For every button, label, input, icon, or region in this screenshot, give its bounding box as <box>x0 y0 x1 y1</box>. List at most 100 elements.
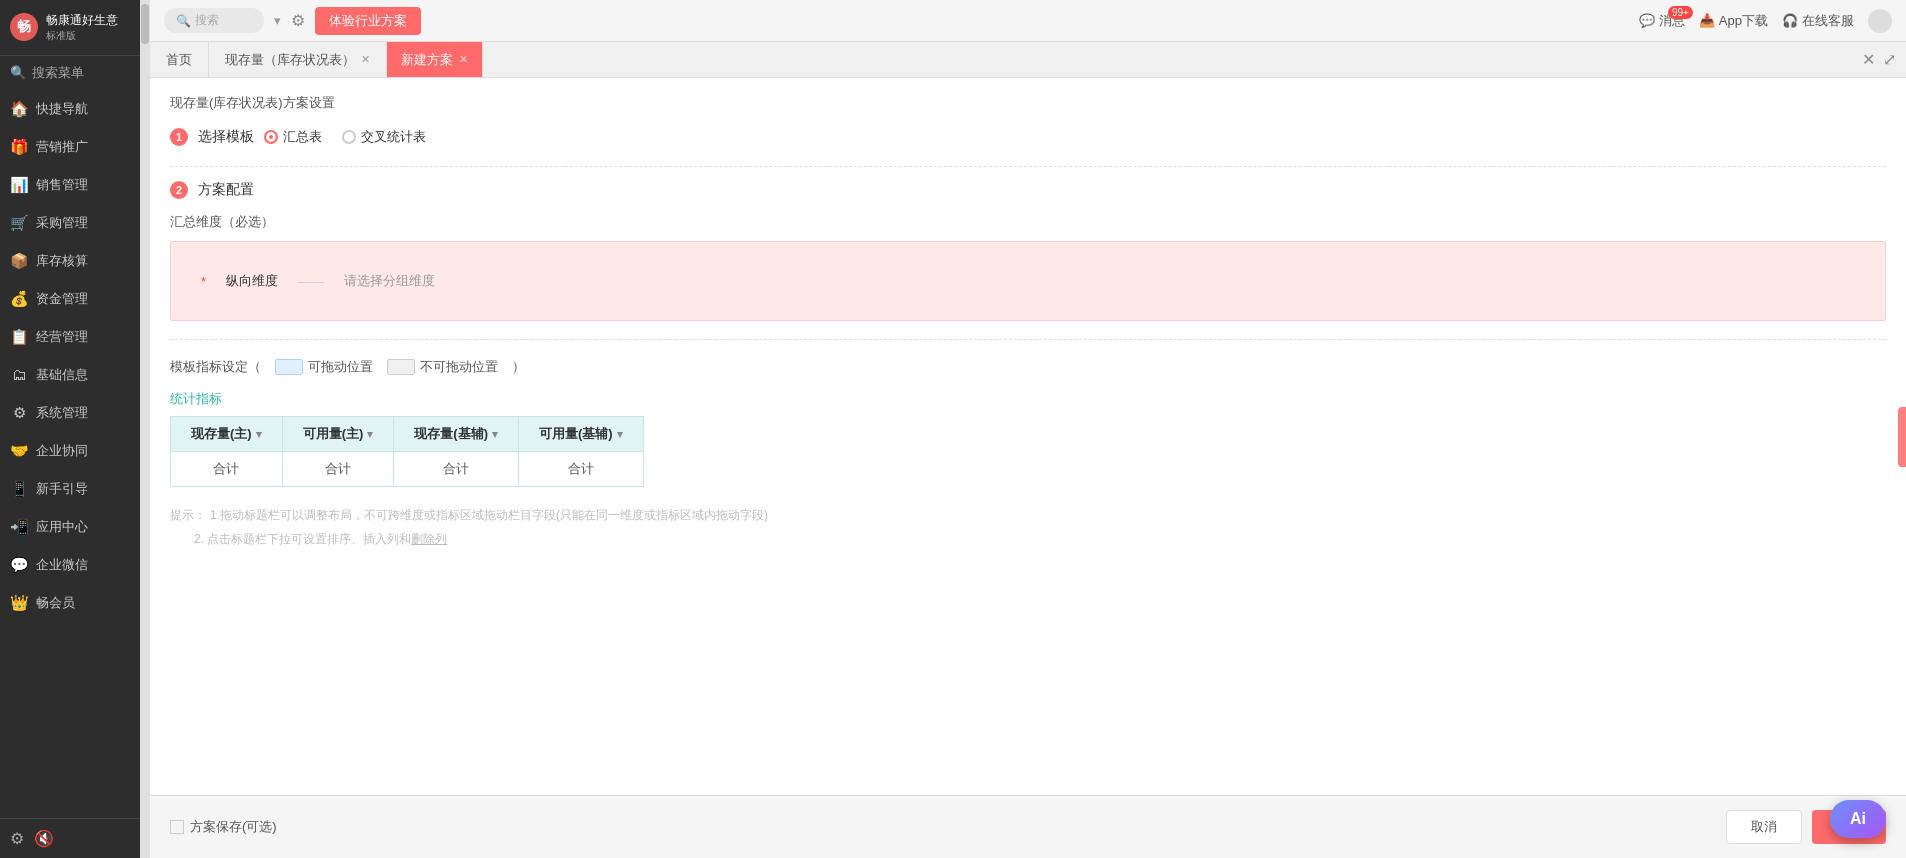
th-col4-label: 可用量(基辅) <box>539 425 613 443</box>
tips-section: 提示： 1.拖动标题栏可以调整布局，不可跨维度或指标区域拖动栏目字段(只能在同一… <box>170 503 1886 551</box>
dimension-area: * 纵向维度 —— 请选择分组维度 <box>170 241 1886 321</box>
sidebar-item-label: 企业协同 <box>36 442 88 460</box>
gear-icon: ⚙ <box>10 404 28 422</box>
section-divider-2 <box>170 339 1886 340</box>
sidebar-item-app-center[interactable]: 📲 应用中心 <box>0 508 140 546</box>
sidebar-item-label: 销售管理 <box>36 176 88 194</box>
tab-new-plan[interactable]: 新建方案 ✕ <box>387 42 483 77</box>
section-config: 2 方案配置 汇总维度（必选） * 纵向维度 —— 请选择分组维度 模板指标设定… <box>170 181 1886 551</box>
logo-text-block: 畅康通好生意 标准版 <box>46 12 118 43</box>
col1-arrow-icon[interactable]: ▾ <box>256 428 262 441</box>
sidebar-item-quick-nav[interactable]: 🏠 快捷导航 <box>0 90 140 128</box>
th-col3-inner: 现存量(基辅) ▾ <box>414 425 498 443</box>
chat-icon: 💬 <box>10 556 28 574</box>
user-avatar <box>1868 9 1892 33</box>
summary-radio-circle <box>264 130 278 144</box>
clipboard-icon: 📋 <box>10 328 28 346</box>
ai-button[interactable]: Ai <box>1830 800 1886 838</box>
tip2-text: 2. 点击标题栏下拉可设置排序、插入列和删除列 <box>194 527 447 551</box>
sidebar-item-wechat[interactable]: 💬 企业微信 <box>0 546 140 584</box>
tab-new-plan-close-icon[interactable]: ✕ <box>459 53 468 66</box>
search-label: 搜索菜单 <box>32 64 84 82</box>
section1-header: 1 选择模板 汇总表 交叉统计表 <box>170 128 1886 146</box>
tab-home-label: 首页 <box>166 51 192 69</box>
search-icon: 🔍 <box>10 65 26 80</box>
customer-service-link[interactable]: 🎧 在线客服 <box>1782 12 1854 30</box>
topbar-search-icon: 🔍 <box>176 14 191 28</box>
no-draggable-box <box>387 359 415 375</box>
settings-bottom-icon[interactable]: ⚙ <box>10 829 24 848</box>
tabs-right-controls: ✕ ⤢ <box>1862 50 1906 69</box>
cancel-button[interactable]: 取消 <box>1726 810 1802 844</box>
tip1-text: 1.拖动标题栏可以调整布局，不可跨维度或指标区域拖动栏目字段(只能在同一维度或指… <box>210 503 768 527</box>
th-col1[interactable]: 现存量(主) ▾ <box>171 417 283 452</box>
topbar-gear-icon[interactable]: ⚙ <box>291 11 305 30</box>
drag-indicator: 可拖动位置 <box>275 358 373 376</box>
tip1-num: 提示： <box>170 503 206 527</box>
template-setting-prefix: 模板指标设定（ <box>170 358 261 376</box>
sidebar-item-label: 快捷导航 <box>36 100 88 118</box>
tip-2: 2. 点击标题栏下拉可设置排序、插入列和删除列 <box>170 527 1886 551</box>
logo-icon: 畅 <box>10 13 38 41</box>
table-row: 合计 合计 合计 合计 <box>171 452 644 487</box>
template-cross-radio[interactable]: 交叉统计表 <box>342 128 426 146</box>
tab-home[interactable]: 首页 <box>150 42 209 77</box>
sidebar-item-cooperation[interactable]: 🤝 企业协同 <box>0 432 140 470</box>
th-col2-label: 可用量(主) <box>303 425 364 443</box>
dimension-placeholder[interactable]: 请选择分组维度 <box>344 272 435 290</box>
topbar-search-box[interactable]: 🔍 搜索 <box>164 8 264 33</box>
sidebar-search[interactable]: 🔍 搜索菜单 <box>0 56 140 90</box>
tab-expand-icon[interactable]: ⤢ <box>1883 50 1896 69</box>
th-col3[interactable]: 现存量(基辅) ▾ <box>394 417 519 452</box>
col3-arrow-icon[interactable]: ▾ <box>492 428 498 441</box>
industry-plan-button[interactable]: 体验行业方案 <box>315 7 421 35</box>
apps-icon: 📲 <box>10 518 28 536</box>
user-avatar-area[interactable] <box>1868 9 1892 33</box>
sidebar-item-inventory[interactable]: 📦 库存核算 <box>0 242 140 280</box>
template-summary-radio[interactable]: 汇总表 <box>264 128 322 146</box>
col2-arrow-icon[interactable]: ▾ <box>367 428 373 441</box>
headphone-icon: 🎧 <box>1782 13 1798 28</box>
cross-radio-circle <box>342 130 356 144</box>
sidebar-item-label: 企业微信 <box>36 556 88 574</box>
sidebar-item-finance[interactable]: 💰 资金管理 <box>0 280 140 318</box>
sidebar-item-label: 新手引导 <box>36 480 88 498</box>
message-icon: 💬 <box>1639 13 1655 28</box>
sidebar-item-marketing[interactable]: 🎁 营销推广 <box>0 128 140 166</box>
sidebar-item-operations[interactable]: 📋 经营管理 <box>0 318 140 356</box>
th-col2[interactable]: 可用量(主) ▾ <box>282 417 394 452</box>
save-checkbox[interactable] <box>170 820 184 834</box>
sidebar-item-new-guide[interactable]: 📱 新手引导 <box>0 470 140 508</box>
sidebar-item-basic-info[interactable]: 🗂 基础信息 <box>0 356 140 394</box>
sound-icon[interactable]: 🔇 <box>34 829 54 848</box>
tabs-bar: 首页 现存量（库存状况表） ✕ 新建方案 ✕ ✕ ⤢ <box>150 42 1906 78</box>
sidebar-item-label: 营销推广 <box>36 138 88 156</box>
th-col4[interactable]: 可用量(基辅) ▾ <box>519 417 644 452</box>
phone-icon: 📱 <box>10 480 28 498</box>
message-badge-container[interactable]: 💬 消息 99+ <box>1639 12 1685 30</box>
customer-service-label: 在线客服 <box>1802 12 1854 30</box>
section1-label: 选择模板 <box>198 128 254 146</box>
tab-inventory-close-icon[interactable]: ✕ <box>361 53 370 66</box>
main-area: 🔍 搜索 ▾ ⚙ 体验行业方案 💬 消息 99+ 📥 App下载 🎧 在线客服 <box>150 0 1906 858</box>
col4-arrow-icon[interactable]: ▾ <box>617 428 623 441</box>
sidebar-item-system[interactable]: ⚙ 系统管理 <box>0 394 140 432</box>
save-option-row: 方案保存(可选) <box>170 818 277 836</box>
sidebar-item-sales[interactable]: 📊 销售管理 <box>0 166 140 204</box>
topbar: 🔍 搜索 ▾ ⚙ 体验行业方案 💬 消息 99+ 📥 App下载 🎧 在线客服 <box>150 0 1906 42</box>
sidebar-item-vip[interactable]: 👑 畅会员 <box>0 584 140 622</box>
gift-icon: 🎁 <box>10 138 28 156</box>
app-download-link[interactable]: 📥 App下载 <box>1699 12 1768 30</box>
sidebar-item-purchase[interactable]: 🛒 采购管理 <box>0 204 140 242</box>
message-count: 99+ <box>1668 6 1693 19</box>
tab-inventory-status[interactable]: 现存量（库存状况表） ✕ <box>209 42 387 77</box>
app-download-label: App下载 <box>1719 12 1768 30</box>
tab-close-all-icon[interactable]: ✕ <box>1862 50 1875 69</box>
sidebar-item-label: 库存核算 <box>36 252 88 270</box>
stats-section: 统计指标 现存量(主) ▾ 可用量 <box>170 390 1886 487</box>
summary-radio-label: 汇总表 <box>283 128 322 146</box>
sidebar-bottom: ⚙ 🔇 <box>0 818 140 858</box>
section1-num: 1 <box>170 128 188 146</box>
td-col4: 合计 <box>519 452 644 487</box>
topbar-dropdown-icon[interactable]: ▾ <box>274 13 281 28</box>
